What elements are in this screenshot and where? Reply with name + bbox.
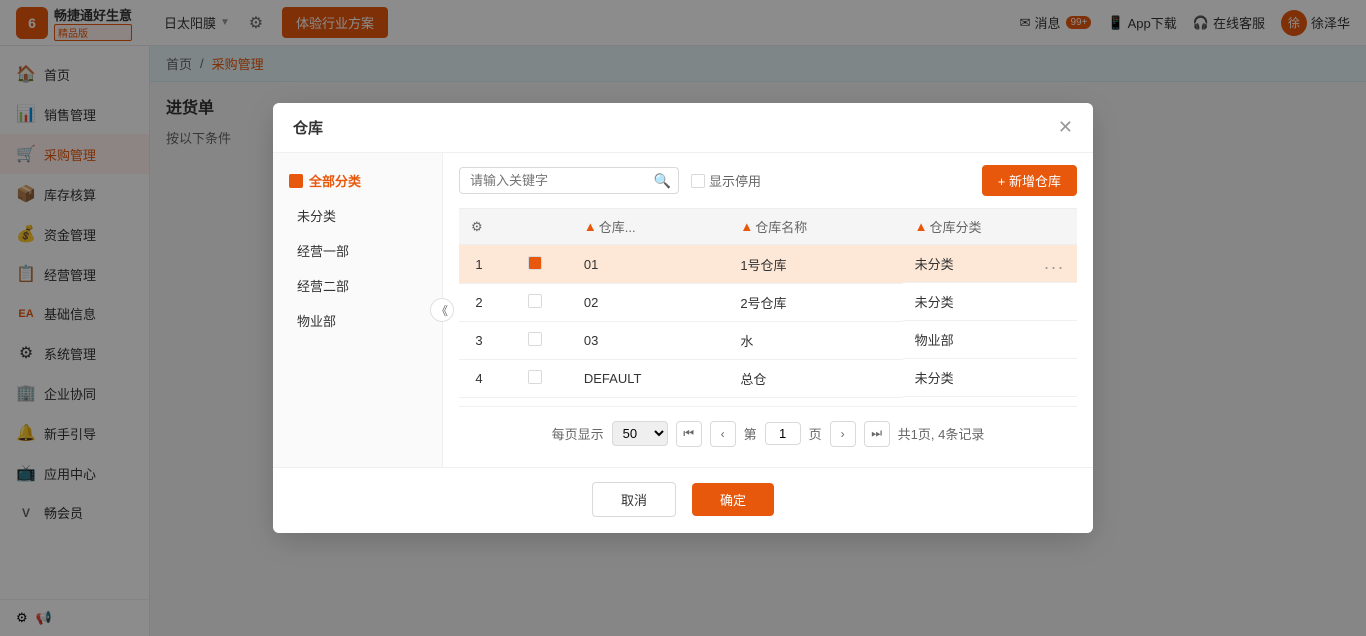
modal-close-button[interactable]: ✕: [1058, 117, 1073, 138]
table-header-row: ⚙ ▲ 仓库... ▲: [459, 209, 1077, 245]
row-name: 1号仓库: [728, 245, 902, 284]
search-input[interactable]: [459, 167, 679, 194]
category-item-operations2[interactable]: 经营二部: [273, 268, 442, 303]
table-row[interactable]: 3 03 水 物业部...: [459, 321, 1077, 359]
table-row[interactable]: 1 01 1号仓库 未分类...: [459, 245, 1077, 284]
sort-icon-category: ▲: [915, 219, 928, 234]
category-sidebar: 《 全部分类 未分类 经营一部 经营二部 物业部: [273, 153, 443, 467]
page-number-input[interactable]: [765, 422, 801, 445]
row-num: 1: [459, 245, 499, 284]
row-num: 3: [459, 321, 499, 359]
add-warehouse-button[interactable]: + 新增仓库: [982, 165, 1077, 196]
category-item-operations1[interactable]: 经营一部: [273, 233, 442, 268]
row-category: 未分类...: [903, 245, 1077, 283]
row-code: 03: [572, 321, 728, 359]
row-checkbox[interactable]: [499, 283, 572, 321]
page-prefix-label: 第: [744, 424, 757, 443]
cancel-button[interactable]: 取消: [592, 482, 676, 517]
row-checkbox[interactable]: [499, 321, 572, 359]
search-icon[interactable]: 🔍: [654, 172, 671, 189]
first-page-button[interactable]: ⏮: [676, 421, 702, 447]
sort-icon-code: ▲: [584, 219, 597, 234]
search-wrap: 🔍: [459, 167, 679, 194]
row-num: 4: [459, 359, 499, 397]
row-code: DEFAULT: [572, 359, 728, 397]
prev-page-button[interactable]: ‹: [710, 421, 736, 447]
row-more-icon[interactable]: ...: [1044, 253, 1065, 274]
warehouse-modal: 仓库 ✕ 《 全部分类 未分类 经营一部 经营二部 物业部: [273, 103, 1093, 533]
sort-icon-name: ▲: [740, 219, 753, 234]
per-page-select[interactable]: 50 10 20 100: [612, 421, 668, 446]
row-code: 02: [572, 283, 728, 321]
warehouse-table: ⚙ ▲ 仓库... ▲: [459, 208, 1077, 398]
modal-search-bar: 🔍 显示停用 + 新增仓库: [459, 165, 1077, 196]
table-body: 1 01 1号仓库 未分类... 2 02 2号仓库 未分类... 3 03 水…: [459, 245, 1077, 398]
show-disabled-label[interactable]: 显示停用: [691, 171, 761, 190]
row-category: 物业部...: [903, 321, 1077, 359]
row-checkbox[interactable]: [499, 359, 572, 397]
row-num: 2: [459, 283, 499, 321]
th-code[interactable]: ▲ 仓库...: [572, 209, 728, 245]
row-name: 水: [728, 321, 902, 359]
per-page-label: 每页显示: [552, 424, 604, 443]
modal-main-content: 🔍 显示停用 + 新增仓库 ⚙: [443, 153, 1093, 467]
confirm-button[interactable]: 确定: [692, 483, 774, 516]
modal-header: 仓库 ✕: [273, 103, 1093, 153]
last-page-button[interactable]: ⏭: [864, 421, 890, 447]
modal-body: 《 全部分类 未分类 经营一部 经营二部 物业部 🔍: [273, 153, 1093, 467]
th-category[interactable]: ▲ 仓库分类: [903, 209, 1077, 245]
modal-title: 仓库: [293, 117, 323, 138]
pagination: 每页显示 50 10 20 100 ⏮ ‹ 第 页 › ⏭ 共1页, 4条记录: [459, 406, 1077, 455]
th-checkbox: [499, 209, 572, 245]
category-item-property[interactable]: 物业部: [273, 303, 442, 338]
th-name[interactable]: ▲ 仓库名称: [728, 209, 902, 245]
page-suffix-label: 页: [809, 424, 822, 443]
next-page-button[interactable]: ›: [830, 421, 856, 447]
category-all[interactable]: 全部分类: [273, 163, 442, 198]
modal-footer: 取消 确定: [273, 467, 1093, 533]
row-checkbox[interactable]: [499, 245, 572, 284]
category-icon: [289, 174, 303, 188]
table-row[interactable]: 2 02 2号仓库 未分类...: [459, 283, 1077, 321]
row-category: 未分类...: [903, 283, 1077, 321]
modal-overlay: 仓库 ✕ 《 全部分类 未分类 经营一部 经营二部 物业部: [0, 0, 1366, 636]
show-disabled-checkbox[interactable]: [691, 174, 705, 188]
th-gear: ⚙: [459, 209, 499, 245]
table-row[interactable]: 4 DEFAULT 总仓 未分类...: [459, 359, 1077, 397]
row-name: 总仓: [728, 359, 902, 397]
category-item-uncategorized[interactable]: 未分类: [273, 198, 442, 233]
sidebar-collapse-button[interactable]: 《: [430, 298, 454, 322]
row-category: 未分类...: [903, 359, 1077, 397]
row-name: 2号仓库: [728, 283, 902, 321]
table-container: ⚙ ▲ 仓库... ▲: [459, 208, 1077, 398]
row-code: 01: [572, 245, 728, 284]
category-all-label: 全部分类: [309, 171, 361, 190]
total-label: 共1页, 4条记录: [898, 424, 985, 443]
